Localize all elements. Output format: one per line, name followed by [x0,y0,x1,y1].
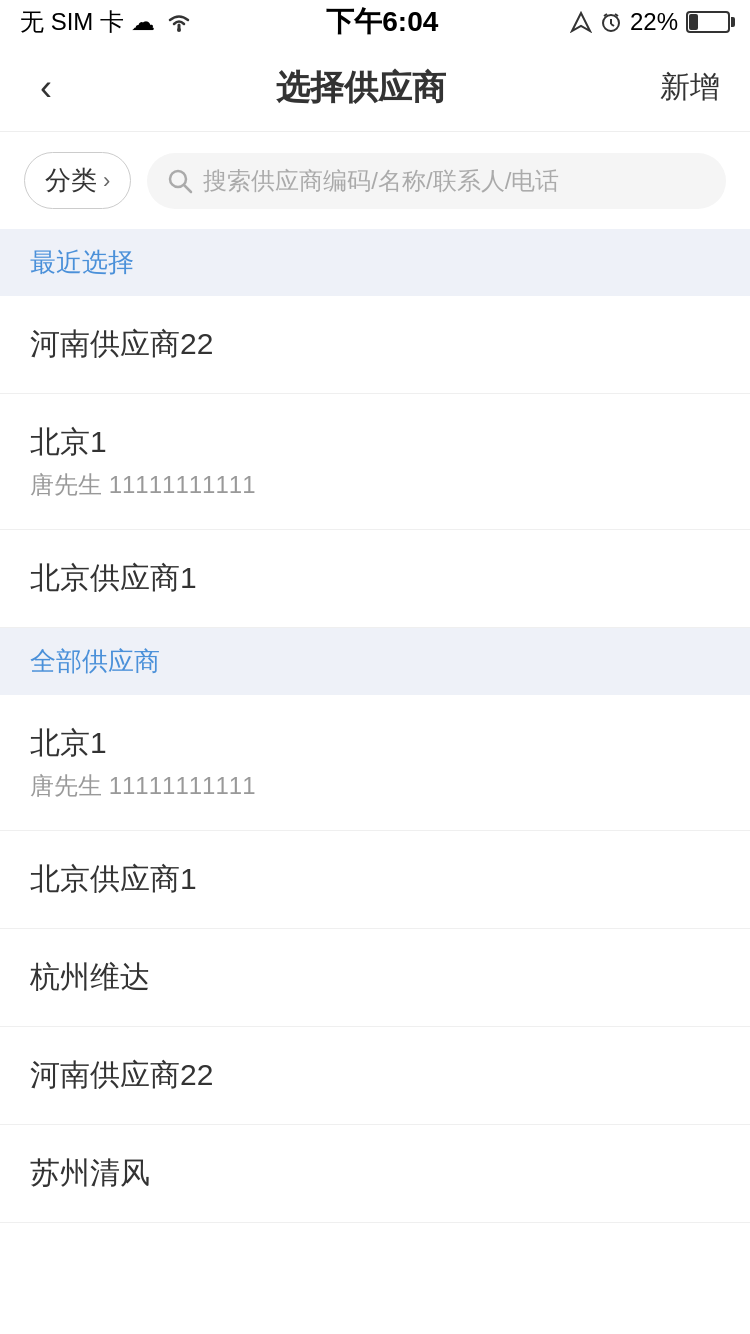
add-button[interactable]: 新增 [660,67,720,108]
svg-line-8 [184,185,191,192]
supplier-name: 河南供应商22 [30,324,720,365]
svg-marker-1 [572,13,590,31]
supplier-name: 杭州维达 [30,957,720,998]
recent-list: 河南供应商22 北京1 唐先生 11111111111 北京供应商1 [0,296,750,628]
all-section-header: 全部供应商 [0,628,750,695]
wifi-icon [163,11,195,33]
back-button[interactable]: ‹ [30,57,62,119]
status-right: 22% [570,8,730,36]
search-icon [167,168,193,194]
list-item[interactable]: 北京1 唐先生 11111111111 [0,394,750,530]
supplier-name: 北京1 [30,723,720,764]
svg-line-4 [611,24,614,26]
status-time: 下午6:04 [326,3,438,41]
category-label: 分类 [45,163,97,198]
location-icon [570,11,592,33]
filter-bar: 分类 › 搜索供应商编码/名称/联系人/电话 [0,132,750,229]
battery-percent: 22% [630,8,678,36]
status-left: 无 SIM 卡 ☁ [20,6,195,38]
supplier-sub: 唐先生 11111111111 [30,770,720,802]
list-item[interactable]: 苏州清风 [0,1125,750,1223]
category-button[interactable]: 分类 › [24,152,131,209]
supplier-sub: 唐先生 11111111111 [30,469,720,501]
list-item[interactable]: 河南供应商22 [0,296,750,394]
page-title: 选择供应商 [276,65,446,111]
battery-icon [686,11,730,33]
list-item[interactable]: 河南供应商22 [0,1027,750,1125]
list-item[interactable]: 北京供应商1 [0,831,750,929]
list-item[interactable]: 杭州维达 [0,929,750,1027]
svg-point-0 [177,28,181,32]
recent-section-header: 最近选择 [0,229,750,296]
supplier-name: 北京1 [30,422,720,463]
status-bar: 无 SIM 卡 ☁ 下午6:04 22% [0,0,750,44]
search-input[interactable]: 搜索供应商编码/名称/联系人/电话 [147,153,726,209]
list-item[interactable]: 北京1 唐先生 11111111111 [0,695,750,831]
alarm-icon [600,11,622,33]
search-placeholder: 搜索供应商编码/名称/联系人/电话 [203,165,559,197]
list-item[interactable]: 北京供应商1 [0,530,750,628]
supplier-name: 苏州清风 [30,1153,720,1194]
chevron-right-icon: › [103,168,110,194]
supplier-name: 北京供应商1 [30,859,720,900]
all-list: 北京1 唐先生 11111111111 北京供应商1 杭州维达河南供应商22 苏州清风 [0,695,750,1223]
no-sim-label: 无 SIM 卡 ☁ [20,6,155,38]
nav-bar: ‹ 选择供应商 新增 [0,44,750,132]
supplier-name: 河南供应商22 [30,1055,720,1096]
supplier-name: 北京供应商1 [30,558,720,599]
